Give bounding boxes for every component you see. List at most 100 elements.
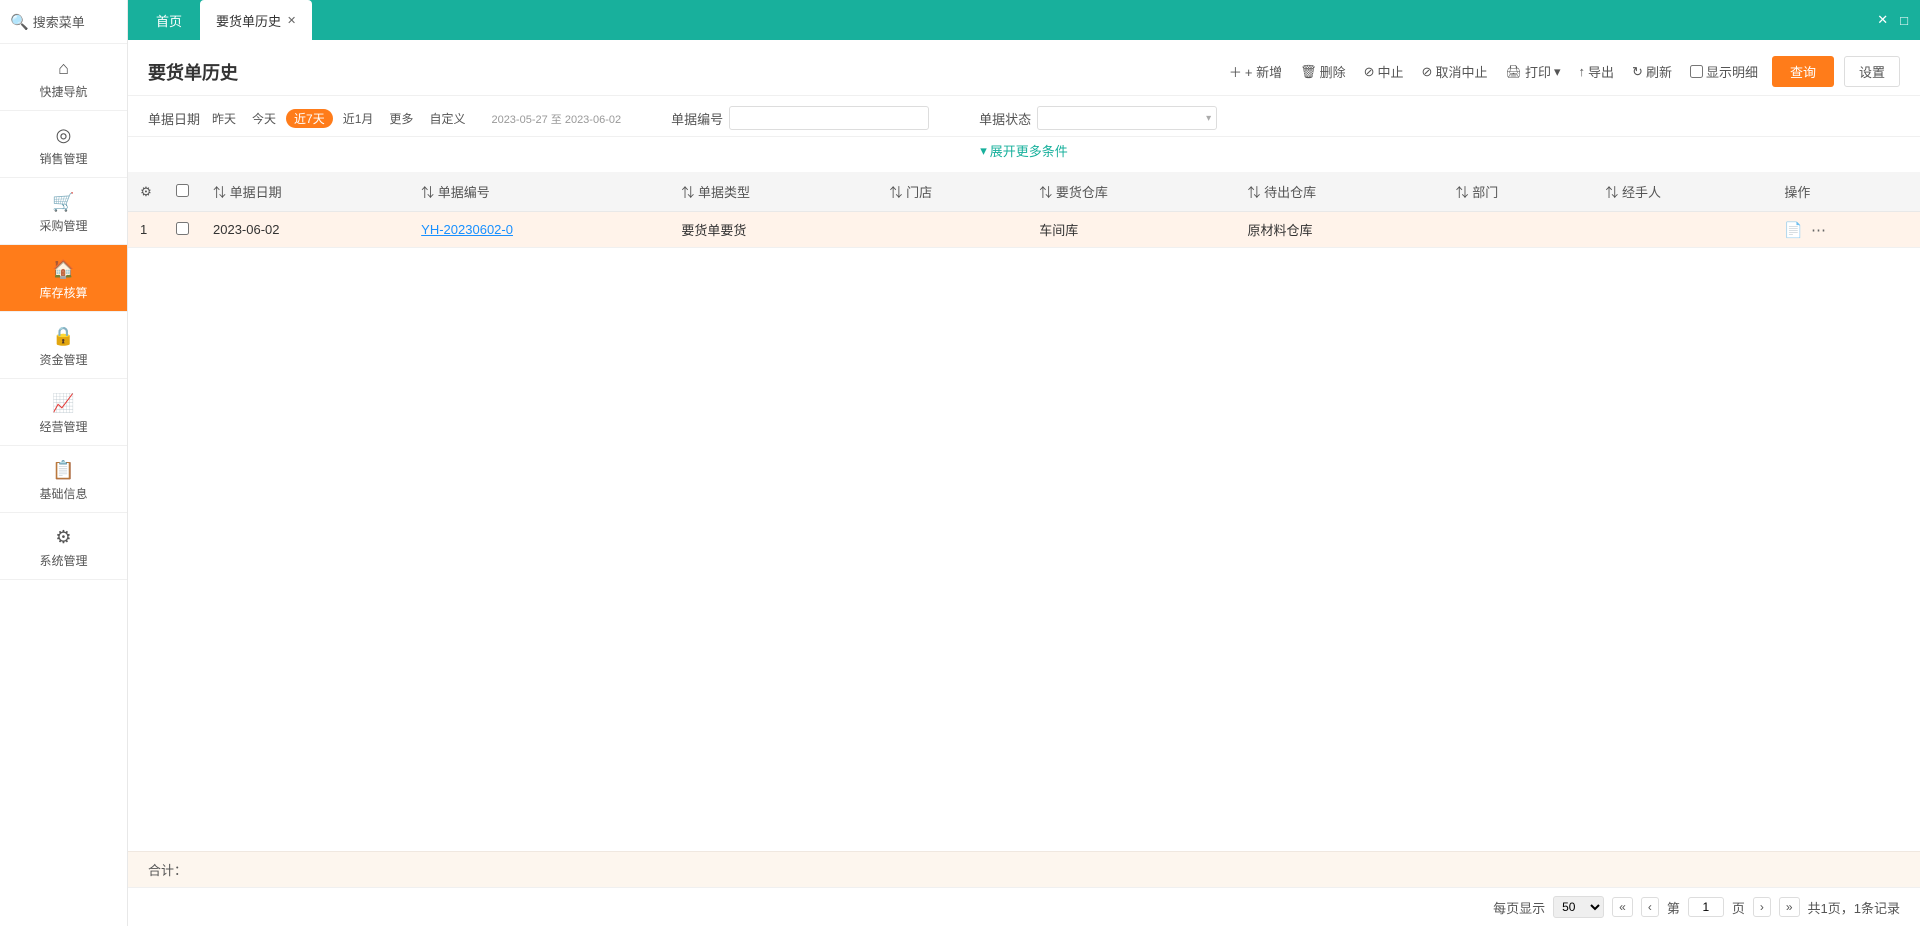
page-label-after: 页 xyxy=(1732,898,1745,917)
sidebar-item-label: 快捷导航 xyxy=(39,83,87,100)
tab-requisition-history[interactable]: 要货单历史 ✕ xyxy=(200,0,312,40)
sidebar-item-purchase[interactable]: 🛒 采购管理 xyxy=(0,178,127,245)
date-btn-today[interactable]: 今天 xyxy=(246,109,282,128)
sort-icon[interactable]: ⇅ xyxy=(1039,185,1052,200)
sidebar-item-label: 基础信息 xyxy=(39,485,87,502)
date-btn-yesterday[interactable]: 昨天 xyxy=(206,109,242,128)
filter-bar: 单据日期 昨天 今天 近7天 近1月 更多 自定义 2023-05-27 至 2… xyxy=(128,96,1920,137)
td-bill-no[interactable]: YH-20230602-0 xyxy=(409,212,669,248)
th-settings[interactable]: ⚙ xyxy=(128,172,164,212)
sidebar-item-label: 采购管理 xyxy=(39,217,87,234)
data-table: ⚙ ⇅ 单据日期 ⇅ 单据编号 ⇅ 单据类型 ⇅ 门店 ⇅ 要货仓库 ⇅ 待出仓… xyxy=(128,172,1920,248)
th-shop: ⇅ 门店 xyxy=(878,172,1028,212)
operations-icon: 📈 xyxy=(52,393,74,414)
window-maximize-icon[interactable]: □ xyxy=(1900,13,1908,28)
date-btn-custom[interactable]: 自定义 xyxy=(423,109,471,128)
new-button[interactable]: ＋ + 新增 xyxy=(1225,60,1286,83)
date-range-display: 2023-05-27 至 2023-06-02 xyxy=(491,111,621,127)
stop-label: 中止 xyxy=(1378,62,1404,81)
sort-icon[interactable]: ⇅ xyxy=(1456,185,1469,200)
delete-label: 删除 xyxy=(1320,62,1346,81)
expand-more-button[interactable]: ▾ 展开更多条件 xyxy=(980,137,1068,164)
sort-icon[interactable]: ⇅ xyxy=(1605,185,1618,200)
page-size-select[interactable]: 50 10 20 100 xyxy=(1553,896,1604,918)
sidebar-item-label: 销售管理 xyxy=(39,150,87,167)
refresh-icon: ↻ xyxy=(1632,64,1643,80)
sort-icon[interactable]: ⇅ xyxy=(890,185,903,200)
more-icon[interactable]: ⋯ xyxy=(1811,221,1826,239)
th-req-warehouse: ⇅ 要货仓库 xyxy=(1027,172,1235,212)
tab-home[interactable]: 首页 xyxy=(140,0,198,40)
prev-page-button[interactable]: ‹ xyxy=(1641,897,1659,917)
th-bill-type: ⇅ 单据类型 xyxy=(669,172,877,212)
date-btn-1month[interactable]: 近1月 xyxy=(337,109,380,128)
bill-no-link[interactable]: YH-20230602-0 xyxy=(421,222,513,237)
bill-no-filter-group: 单据编号 xyxy=(671,106,929,130)
sidebar-item-label: 系统管理 xyxy=(39,552,87,569)
th-pending-warehouse: ⇅ 待出仓库 xyxy=(1235,172,1443,212)
last-page-button[interactable]: » xyxy=(1779,897,1800,917)
query-button[interactable]: 查询 xyxy=(1772,56,1834,87)
sort-icon[interactable]: ⇅ xyxy=(213,185,226,200)
sidebar-item-quick-nav[interactable]: ⌂ 快捷导航 xyxy=(0,44,127,111)
sidebar-item-finance[interactable]: 🔒 资金管理 xyxy=(0,312,127,379)
sidebar-item-basic-info[interactable]: 📋 基础信息 xyxy=(0,446,127,513)
sidebar-item-sys-mgmt[interactable]: ⚙ 系统管理 xyxy=(0,513,127,580)
select-all-checkbox[interactable] xyxy=(176,184,189,197)
date-filter-label: 单据日期 xyxy=(148,109,200,128)
td-checkbox[interactable] xyxy=(164,212,201,248)
status-select[interactable] xyxy=(1037,106,1217,130)
sidebar-item-inventory[interactable]: 🏠 库存核算 xyxy=(0,245,127,312)
print-icon: 🖨 xyxy=(1505,64,1522,80)
status-label: 单据状态 xyxy=(979,109,1031,128)
page-number-input[interactable] xyxy=(1688,897,1724,917)
first-page-button[interactable]: « xyxy=(1612,897,1633,917)
sort-icon[interactable]: ⇅ xyxy=(1247,185,1260,200)
expand-more-icon: ▾ xyxy=(980,143,987,159)
print-button[interactable]: 🖨 打印 ▾ xyxy=(1501,60,1564,83)
expand-filter-row: ▾ 展开更多条件 xyxy=(128,137,1920,172)
th-checkbox[interactable] xyxy=(164,172,201,212)
cancel-stop-button[interactable]: ⊘ 取消中止 xyxy=(1418,60,1492,83)
stop-icon: ⊘ xyxy=(1364,64,1375,80)
summary-label: 合计： xyxy=(148,863,187,878)
sort-icon[interactable]: ⇅ xyxy=(421,185,434,200)
setting-button[interactable]: 设置 xyxy=(1844,56,1900,87)
display-detail-label: 显示明细 xyxy=(1706,62,1758,81)
next-page-button[interactable]: › xyxy=(1753,897,1771,917)
window-close-icon[interactable]: ✕ xyxy=(1877,12,1888,28)
display-detail-checkbox[interactable] xyxy=(1690,65,1703,78)
delete-button[interactable]: 🗑 删除 xyxy=(1296,60,1350,83)
new-label: + 新增 xyxy=(1245,62,1282,81)
display-detail-button[interactable]: 显示明细 xyxy=(1686,60,1762,83)
export-icon: ↑ xyxy=(1579,64,1586,79)
print-label: 打印 xyxy=(1525,62,1551,81)
export-button[interactable]: ↑ 导出 xyxy=(1575,60,1619,83)
bill-no-input[interactable] xyxy=(729,106,929,130)
tab-close-icon[interactable]: ✕ xyxy=(287,14,296,27)
sidebar-item-operations[interactable]: 📈 经营管理 xyxy=(0,379,127,446)
sidebar-item-sales[interactable]: ◎ 销售管理 xyxy=(0,111,127,178)
export-label: 导出 xyxy=(1588,62,1614,81)
refresh-label: 刷新 xyxy=(1646,62,1672,81)
sidebar-item-label: 库存核算 xyxy=(39,284,87,301)
td-bill-type: 要货单要货 xyxy=(669,212,877,248)
row-checkbox[interactable] xyxy=(176,222,189,235)
status-select-wrap: ▾ xyxy=(1037,106,1217,130)
date-btn-7days[interactable]: 近7天 xyxy=(286,109,333,128)
finance-icon: 🔒 xyxy=(52,326,74,347)
table-row: 1 2023-06-02 YH-20230602-0 要货单要货 车间库 原材料… xyxy=(128,212,1920,248)
th-department: ⇅ 部门 xyxy=(1444,172,1594,212)
bill-no-label: 单据编号 xyxy=(671,109,723,128)
sidebar-search[interactable]: 🔍 搜索菜单 xyxy=(0,0,127,44)
page-header: 要货单历史 ＋ + 新增 🗑 删除 ⊘ 中止 ⊘ 取消中止 xyxy=(128,40,1920,96)
refresh-button[interactable]: ↻ 刷新 xyxy=(1628,60,1676,83)
delete-icon: 🗑 xyxy=(1300,64,1317,80)
td-department xyxy=(1444,212,1594,248)
td-pending-warehouse: 原材料仓库 xyxy=(1235,212,1443,248)
stop-button[interactable]: ⊘ 中止 xyxy=(1360,60,1408,83)
sort-icon[interactable]: ⇅ xyxy=(681,185,694,200)
edit-icon[interactable]: 📄 xyxy=(1784,221,1803,239)
content-area: 要货单历史 ＋ + 新增 🗑 删除 ⊘ 中止 ⊘ 取消中止 xyxy=(128,40,1920,926)
date-btn-more[interactable]: 更多 xyxy=(383,109,419,128)
